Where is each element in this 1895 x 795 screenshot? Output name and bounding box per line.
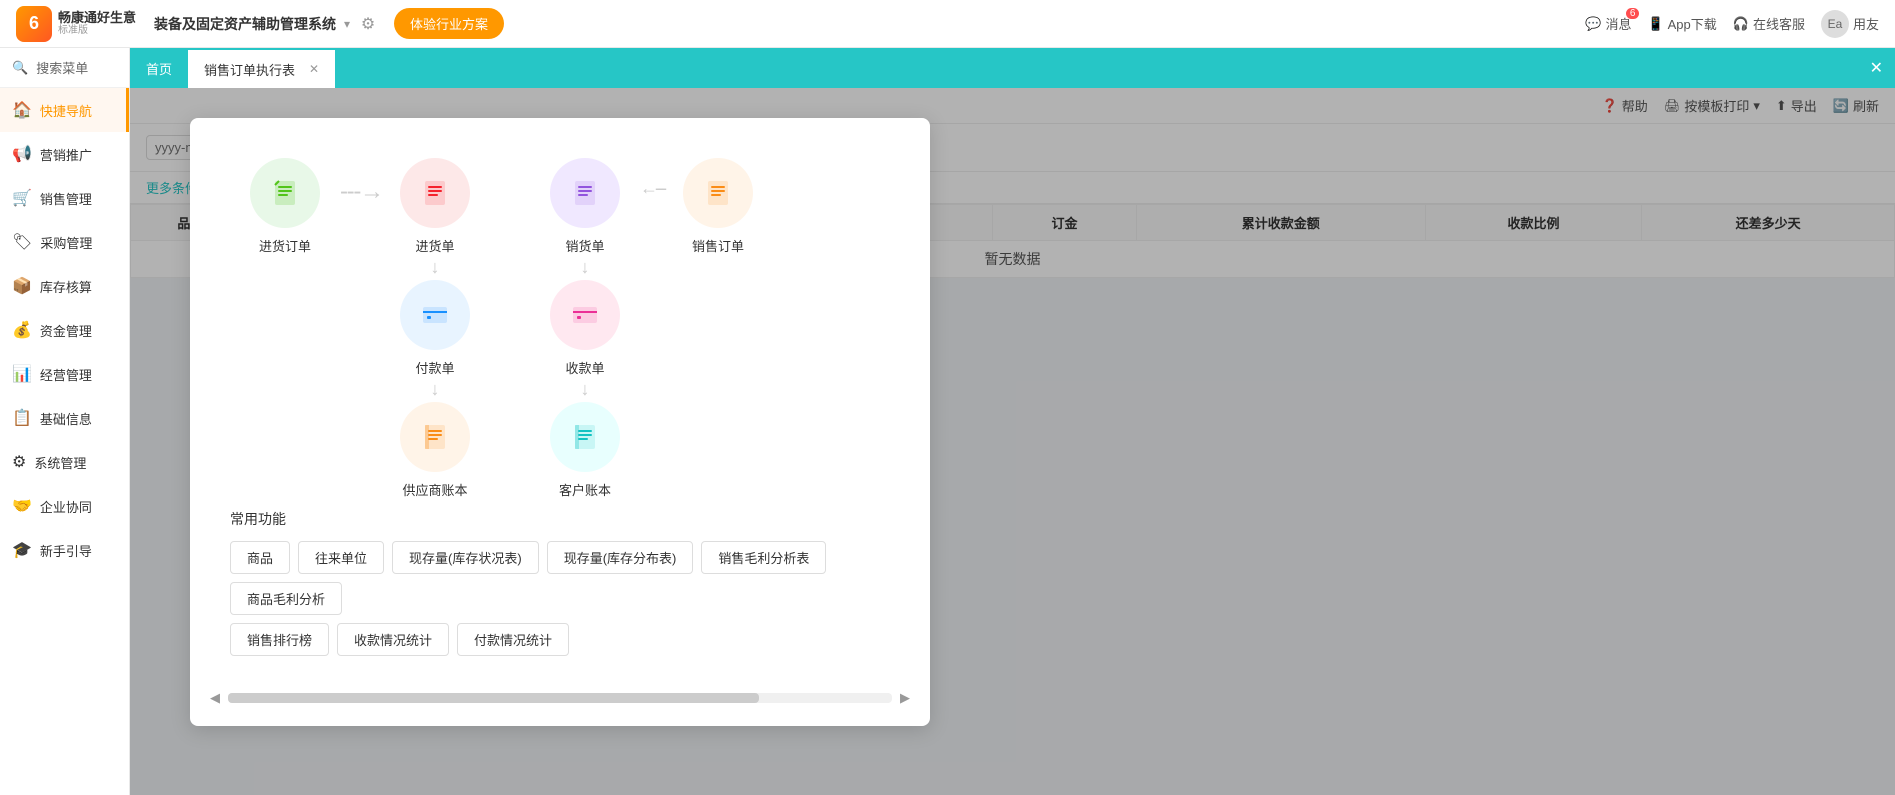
settings-gear-button[interactable]: ⚙ bbox=[354, 10, 382, 38]
scroll-bar-thumb bbox=[228, 693, 759, 703]
supplier-ledger-icon bbox=[400, 402, 470, 472]
receipt-bill-icon bbox=[550, 280, 620, 350]
common-btn-row2-2[interactable]: 付款情况统计 bbox=[457, 623, 569, 656]
common-btns-row2: 销售排行榜收款情况统计付款情况统计 bbox=[230, 623, 890, 656]
home-icon: 🏠 bbox=[12, 100, 32, 120]
logo-sub: 标准版 bbox=[58, 25, 136, 37]
sales-order-label: 销售订单 bbox=[692, 236, 744, 255]
payment-bill-icon bbox=[400, 280, 470, 350]
logo-area: 6 畅康通好生意 标准版 bbox=[16, 6, 146, 42]
flow-node-customer-ledger[interactable]: 客户账本 bbox=[535, 402, 635, 499]
common-btn-0[interactable]: 商品 bbox=[230, 541, 290, 574]
operations-icon: 📊 bbox=[12, 364, 32, 384]
message-button[interactable]: 💬 消息 6 bbox=[1585, 14, 1631, 33]
sidebar-item-basics[interactable]: 📋 基础信息 bbox=[0, 396, 129, 440]
message-icon: 💬 bbox=[1585, 16, 1601, 32]
purchase-order-label: 进货订单 bbox=[259, 236, 311, 255]
common-btn-2[interactable]: 现存量(库存状况表) bbox=[392, 541, 539, 574]
flow-node-purchase-bill[interactable]: 进货单 bbox=[385, 158, 485, 255]
tab-sales-order[interactable]: 销售订单执行表 ✕ bbox=[188, 48, 335, 88]
flow-node-sales-bill[interactable]: 销货单 bbox=[535, 158, 635, 255]
common-btns-container: 商品往来单位现存量(库存状况表)现存量(库存分布表)销售毛利分析表商品毛利分析 bbox=[230, 541, 890, 615]
sales-bill-label: 销货单 bbox=[565, 236, 604, 255]
service-icon: 🎧 bbox=[1733, 16, 1749, 32]
basics-icon: 📋 bbox=[12, 408, 32, 428]
purchase-bill-icon bbox=[400, 158, 470, 228]
scroll-bar-area[interactable] bbox=[228, 693, 892, 703]
sales-bill-icon bbox=[550, 158, 620, 228]
quick-nav-modal: 进货订单 - - - → bbox=[190, 118, 930, 726]
supplier-ledger-label: 供应商账本 bbox=[402, 480, 467, 499]
sidebar-item-sales[interactable]: 🛒 销售管理 bbox=[0, 176, 129, 220]
sidebar-item-system[interactable]: ⚙ 系统管理 bbox=[0, 440, 129, 484]
search-icon: 🔍 bbox=[12, 60, 28, 76]
sales-order-icon bbox=[683, 158, 753, 228]
tab-home[interactable]: 首页 bbox=[130, 48, 188, 88]
system-dropdown-arrow[interactable]: ▾ bbox=[344, 17, 350, 31]
logo-icon: 6 bbox=[16, 6, 52, 42]
close-content-button[interactable]: ✕ bbox=[1858, 58, 1895, 78]
trial-button[interactable]: 体验行业方案 bbox=[394, 8, 504, 39]
sidebar-item-guide[interactable]: 🎓 新手引导 bbox=[0, 528, 129, 572]
sidebar-item-operations[interactable]: 📊 经营管理 bbox=[0, 352, 129, 396]
inventory-icon: 📦 bbox=[12, 276, 32, 296]
common-btn-row2-0[interactable]: 销售排行榜 bbox=[230, 623, 329, 656]
sidebar-item-marketing[interactable]: 📢 营销推广 bbox=[0, 132, 129, 176]
search-menu-button[interactable]: 🔍 搜索菜单 bbox=[0, 48, 129, 88]
sidebar-item-enterprise[interactable]: 🤝 企业协同 bbox=[0, 484, 129, 528]
modal-scrollbar[interactable]: ◀ ▶ bbox=[210, 690, 910, 706]
enterprise-icon: 🤝 bbox=[12, 496, 32, 516]
online-service-button[interactable]: 🎧 在线客服 bbox=[1733, 14, 1805, 33]
flow-node-purchase-order[interactable]: 进货订单 bbox=[235, 158, 335, 255]
down-arrow-3: ↓ bbox=[580, 257, 589, 278]
user-profile-button[interactable]: Ea 用友 bbox=[1821, 10, 1879, 38]
common-btn-1[interactable]: 往来单位 bbox=[298, 541, 384, 574]
download-icon: 📱 bbox=[1647, 16, 1663, 32]
common-btn-4[interactable]: 销售毛利分析表 bbox=[701, 541, 826, 574]
down-arrow-4: ↓ bbox=[580, 379, 589, 400]
payment-bill-label: 付款单 bbox=[415, 358, 454, 377]
common-btn-row2-1[interactable]: 收款情况统计 bbox=[337, 623, 449, 656]
flow-node-sales-order[interactable]: 销售订单 bbox=[668, 158, 768, 255]
common-functions-title: 常用功能 bbox=[230, 509, 890, 529]
marketing-icon: 📢 bbox=[12, 144, 32, 164]
purchase-order-icon bbox=[250, 158, 320, 228]
sidebar-item-purchase[interactable]: 🏷 采购管理 bbox=[0, 220, 129, 264]
avatar: Ea bbox=[1821, 10, 1849, 38]
common-btn-5[interactable]: 商品毛利分析 bbox=[230, 582, 342, 615]
flow-node-supplier-ledger[interactable]: 供应商账本 bbox=[385, 402, 485, 499]
guide-icon: 🎓 bbox=[12, 540, 32, 560]
down-arrow-2: ↓ bbox=[430, 379, 439, 400]
purchase-icon: 🏷 bbox=[12, 232, 32, 252]
logo-title: 畅康通好生意 bbox=[58, 10, 136, 26]
tab-close-icon[interactable]: ✕ bbox=[309, 62, 319, 76]
down-arrow-1: ↓ bbox=[430, 257, 439, 278]
flow-node-payment-bill[interactable]: 付款单 bbox=[385, 280, 485, 377]
flow-node-receipt-bill[interactable]: 收款单 bbox=[535, 280, 635, 377]
app-download-button[interactable]: 📱 App下载 bbox=[1647, 14, 1716, 33]
modal-overlay[interactable]: 进货订单 - - - → bbox=[130, 88, 1895, 795]
scroll-right-arrow[interactable]: ▶ bbox=[900, 690, 910, 706]
scroll-left-arrow[interactable]: ◀ bbox=[210, 690, 220, 706]
system-icon: ⚙ bbox=[12, 452, 26, 472]
purchase-bill-label: 进货单 bbox=[415, 236, 454, 255]
sidebar-item-inventory[interactable]: 📦 库存核算 bbox=[0, 264, 129, 308]
message-badge: 6 bbox=[1626, 8, 1640, 19]
customer-ledger-icon bbox=[550, 402, 620, 472]
customer-ledger-label: 客户账本 bbox=[559, 480, 611, 499]
sidebar-item-finance[interactable]: 💰 资金管理 bbox=[0, 308, 129, 352]
sidebar-item-quick-nav[interactable]: 🏠 快捷导航 bbox=[0, 88, 129, 132]
sales-icon: 🛒 bbox=[12, 188, 32, 208]
finance-icon: 💰 bbox=[12, 320, 32, 340]
common-btn-3[interactable]: 现存量(库存分布表) bbox=[547, 541, 694, 574]
system-name: 装备及固定资产辅助管理系统 bbox=[154, 14, 336, 34]
receipt-bill-label: 收款单 bbox=[565, 358, 604, 377]
